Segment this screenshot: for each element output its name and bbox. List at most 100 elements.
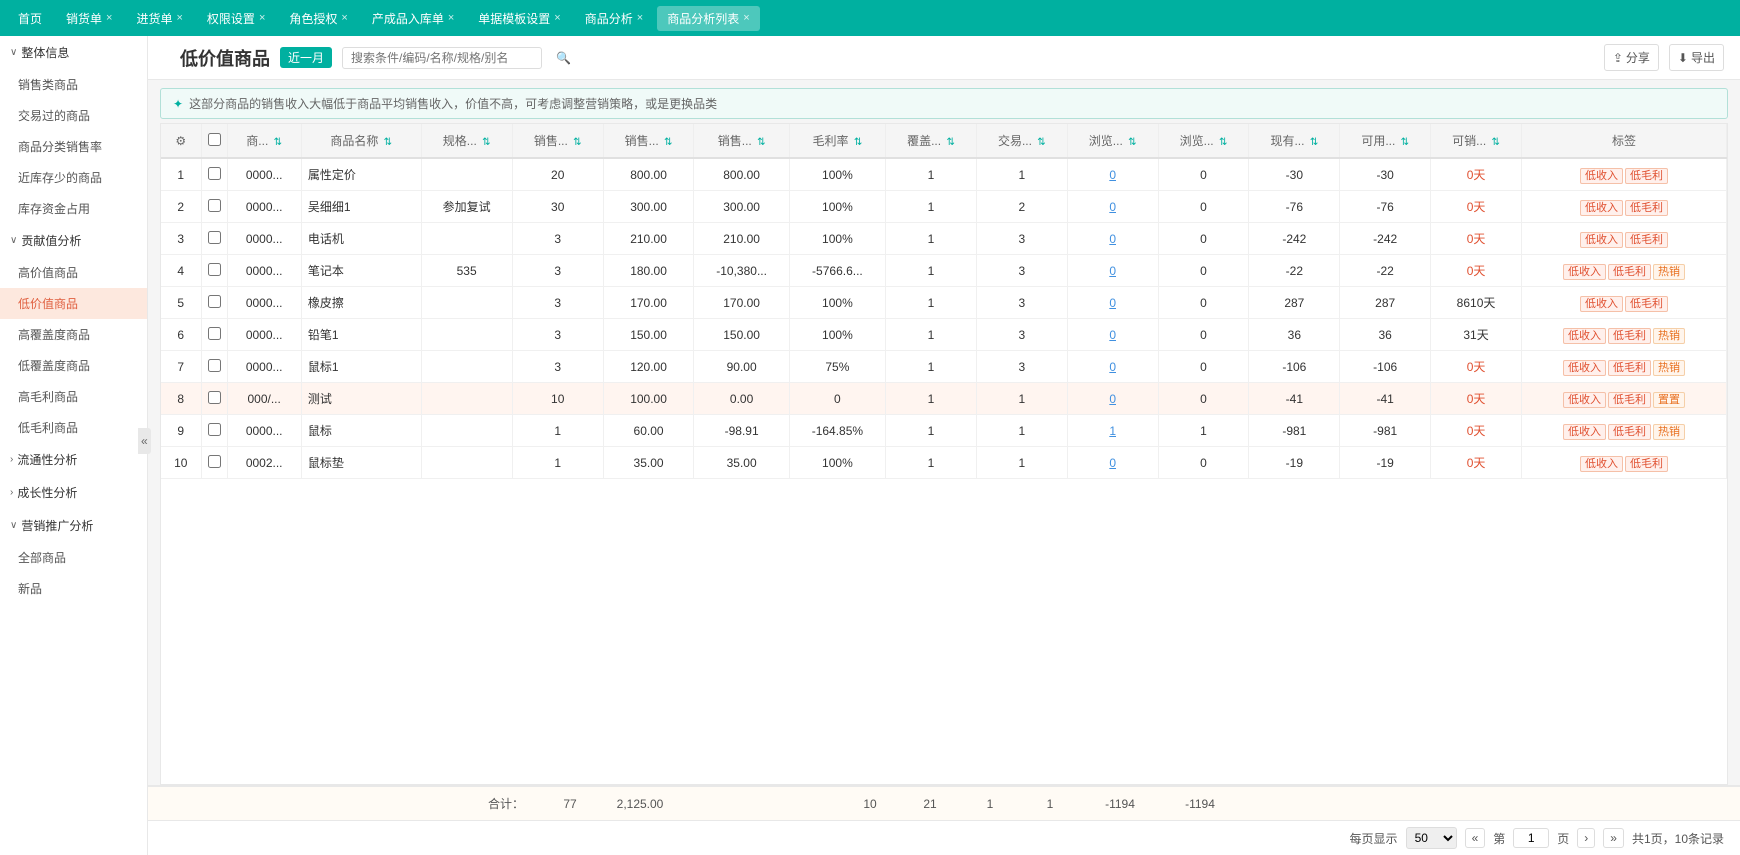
- nav-close-icon[interactable]: ×: [106, 12, 112, 24]
- row-name[interactable]: 鼠标垫: [301, 447, 421, 479]
- time-filter-badge[interactable]: 近一月: [280, 47, 332, 68]
- view1-link[interactable]: 0: [1109, 392, 1116, 406]
- row-checkbox[interactable]: [208, 263, 221, 276]
- row-name[interactable]: 橡皮擦: [301, 287, 421, 319]
- row-checkbox[interactable]: [208, 391, 221, 404]
- row-name[interactable]: 鼠标1: [301, 351, 421, 383]
- col-available-header[interactable]: 可用... ⇅: [1340, 124, 1431, 158]
- nav-product-analysis[interactable]: 商品分析 ×: [575, 6, 653, 31]
- row-checkbox-cell[interactable]: [201, 223, 227, 255]
- row-name[interactable]: 测试: [301, 383, 421, 415]
- row-checkbox[interactable]: [208, 359, 221, 372]
- col-trade-header[interactable]: 交易... ⇅: [976, 124, 1067, 158]
- row-checkbox[interactable]: [208, 455, 221, 468]
- first-page-button[interactable]: «: [1465, 828, 1486, 848]
- sidebar-item-low-margin[interactable]: 低毛利商品: [0, 412, 147, 443]
- row-name[interactable]: 吴细细1: [301, 191, 421, 223]
- col-checkbox[interactable]: [201, 124, 227, 158]
- sidebar-item-sales-products[interactable]: 销售类商品: [0, 69, 147, 100]
- sidebar-item-low-value[interactable]: 低价值商品: [0, 288, 147, 319]
- row-name[interactable]: 铅笔1: [301, 319, 421, 351]
- nav-home[interactable]: 首页: [8, 6, 52, 31]
- sidebar-item-high-margin[interactable]: 高毛利商品: [0, 381, 147, 412]
- sidebar-item-traded-products[interactable]: 交易过的商品: [0, 100, 147, 131]
- col-coverage-header[interactable]: 覆盖... ⇅: [886, 124, 977, 158]
- col-gear[interactable]: ⚙: [161, 124, 201, 158]
- view1-link[interactable]: 1: [1109, 424, 1116, 438]
- sidebar-section-contribution[interactable]: ∨ 贡献值分析: [0, 224, 147, 257]
- col-sales-amount-header[interactable]: 销售... ⇅: [603, 124, 694, 158]
- sidebar-item-high-coverage[interactable]: 高覆盖度商品: [0, 319, 147, 350]
- row-checkbox-cell[interactable]: [201, 415, 227, 447]
- row-checkbox-cell[interactable]: [201, 287, 227, 319]
- row-checkbox-cell[interactable]: [201, 351, 227, 383]
- sidebar-item-low-stock[interactable]: 近库存少的商品: [0, 162, 147, 193]
- col-code-header[interactable]: 商... ⇅: [227, 124, 301, 158]
- view1-link[interactable]: 0: [1109, 168, 1116, 182]
- view1-link[interactable]: 0: [1109, 328, 1116, 342]
- nav-close-icon[interactable]: ×: [554, 12, 560, 24]
- col-sales-cost-header[interactable]: 销售... ⇅: [694, 124, 789, 158]
- row-name[interactable]: 笔记本: [301, 255, 421, 287]
- page-number-input[interactable]: [1513, 828, 1549, 848]
- row-checkbox[interactable]: [208, 231, 221, 244]
- sidebar-item-all-products[interactable]: 全部商品: [0, 542, 147, 573]
- nav-product-storage[interactable]: 产成品入库单 ×: [362, 6, 464, 31]
- row-name[interactable]: 鼠标: [301, 415, 421, 447]
- row-name[interactable]: 属性定价: [301, 158, 421, 191]
- row-checkbox[interactable]: [208, 295, 221, 308]
- select-all-checkbox[interactable]: [208, 133, 221, 146]
- page-size-select[interactable]: 50 100 200: [1406, 827, 1457, 849]
- row-checkbox-cell[interactable]: [201, 447, 227, 479]
- row-view1[interactable]: 0: [1067, 447, 1158, 479]
- data-table-container[interactable]: ⚙ 商... ⇅ 商品名称 ⇅ 规格... ⇅ 销售... ⇅ 销售... ⇅ …: [160, 123, 1728, 785]
- view1-link[interactable]: 0: [1109, 264, 1116, 278]
- sidebar-section-overall[interactable]: ∨ 整体信息: [0, 36, 147, 69]
- nav-template-settings[interactable]: 单据模板设置 ×: [468, 6, 570, 31]
- row-view1[interactable]: 0: [1067, 287, 1158, 319]
- search-icon[interactable]: 🔍: [556, 51, 571, 65]
- sidebar-item-category-sales-rate[interactable]: 商品分类销售率: [0, 131, 147, 162]
- row-checkbox[interactable]: [208, 167, 221, 180]
- row-checkbox-cell[interactable]: [201, 319, 227, 351]
- row-checkbox-cell[interactable]: [201, 255, 227, 287]
- nav-role-auth[interactable]: 角色授权 ×: [279, 6, 357, 31]
- col-spec-header[interactable]: 规格... ⇅: [421, 124, 512, 158]
- row-view1[interactable]: 0: [1067, 351, 1158, 383]
- col-name-header[interactable]: 商品名称 ⇅: [301, 124, 421, 158]
- nav-close-icon[interactable]: ×: [637, 12, 643, 24]
- view1-link[interactable]: 0: [1109, 456, 1116, 470]
- gear-icon[interactable]: ⚙: [175, 134, 186, 148]
- nav-close-icon[interactable]: ×: [448, 12, 454, 24]
- view1-link[interactable]: 0: [1109, 360, 1116, 374]
- row-view1[interactable]: 0: [1067, 255, 1158, 287]
- sidebar-section-growth[interactable]: › 成长性分析: [0, 476, 147, 509]
- last-page-button[interactable]: »: [1603, 828, 1624, 848]
- view1-link[interactable]: 0: [1109, 296, 1116, 310]
- nav-product-analysis-list[interactable]: 商品分析列表 ×: [657, 6, 759, 31]
- sidebar-item-high-value[interactable]: 高价值商品: [0, 257, 147, 288]
- sidebar-section-marketing[interactable]: ∨ 营销推广分析: [0, 509, 147, 542]
- row-checkbox-cell[interactable]: [201, 158, 227, 191]
- row-name[interactable]: 电话机: [301, 223, 421, 255]
- row-checkbox[interactable]: [208, 199, 221, 212]
- row-checkbox[interactable]: [208, 423, 221, 436]
- col-view1-header[interactable]: 浏览... ⇅: [1067, 124, 1158, 158]
- sidebar-item-low-coverage[interactable]: 低覆盖度商品: [0, 350, 147, 381]
- nav-close-icon[interactable]: ×: [743, 12, 749, 24]
- row-view1[interactable]: 1: [1067, 415, 1158, 447]
- col-current-stock-header[interactable]: 现有... ⇅: [1249, 124, 1340, 158]
- search-input[interactable]: [342, 47, 542, 69]
- row-view1[interactable]: 0: [1067, 158, 1158, 191]
- col-gross-margin-header[interactable]: 毛利率 ⇅: [789, 124, 885, 158]
- share-button[interactable]: ⇪ 分享: [1604, 44, 1659, 71]
- next-page-button[interactable]: ›: [1577, 828, 1595, 848]
- sidebar-item-stock-capital[interactable]: 库存资金占用: [0, 193, 147, 224]
- nav-permissions[interactable]: 权限设置 ×: [197, 6, 275, 31]
- sidebar-collapse-button[interactable]: «: [148, 428, 151, 454]
- col-view2-header[interactable]: 浏览... ⇅: [1158, 124, 1249, 158]
- row-view1[interactable]: 0: [1067, 319, 1158, 351]
- row-view1[interactable]: 0: [1067, 191, 1158, 223]
- nav-sales-order[interactable]: 销货单 ×: [56, 6, 122, 31]
- row-view1[interactable]: 0: [1067, 223, 1158, 255]
